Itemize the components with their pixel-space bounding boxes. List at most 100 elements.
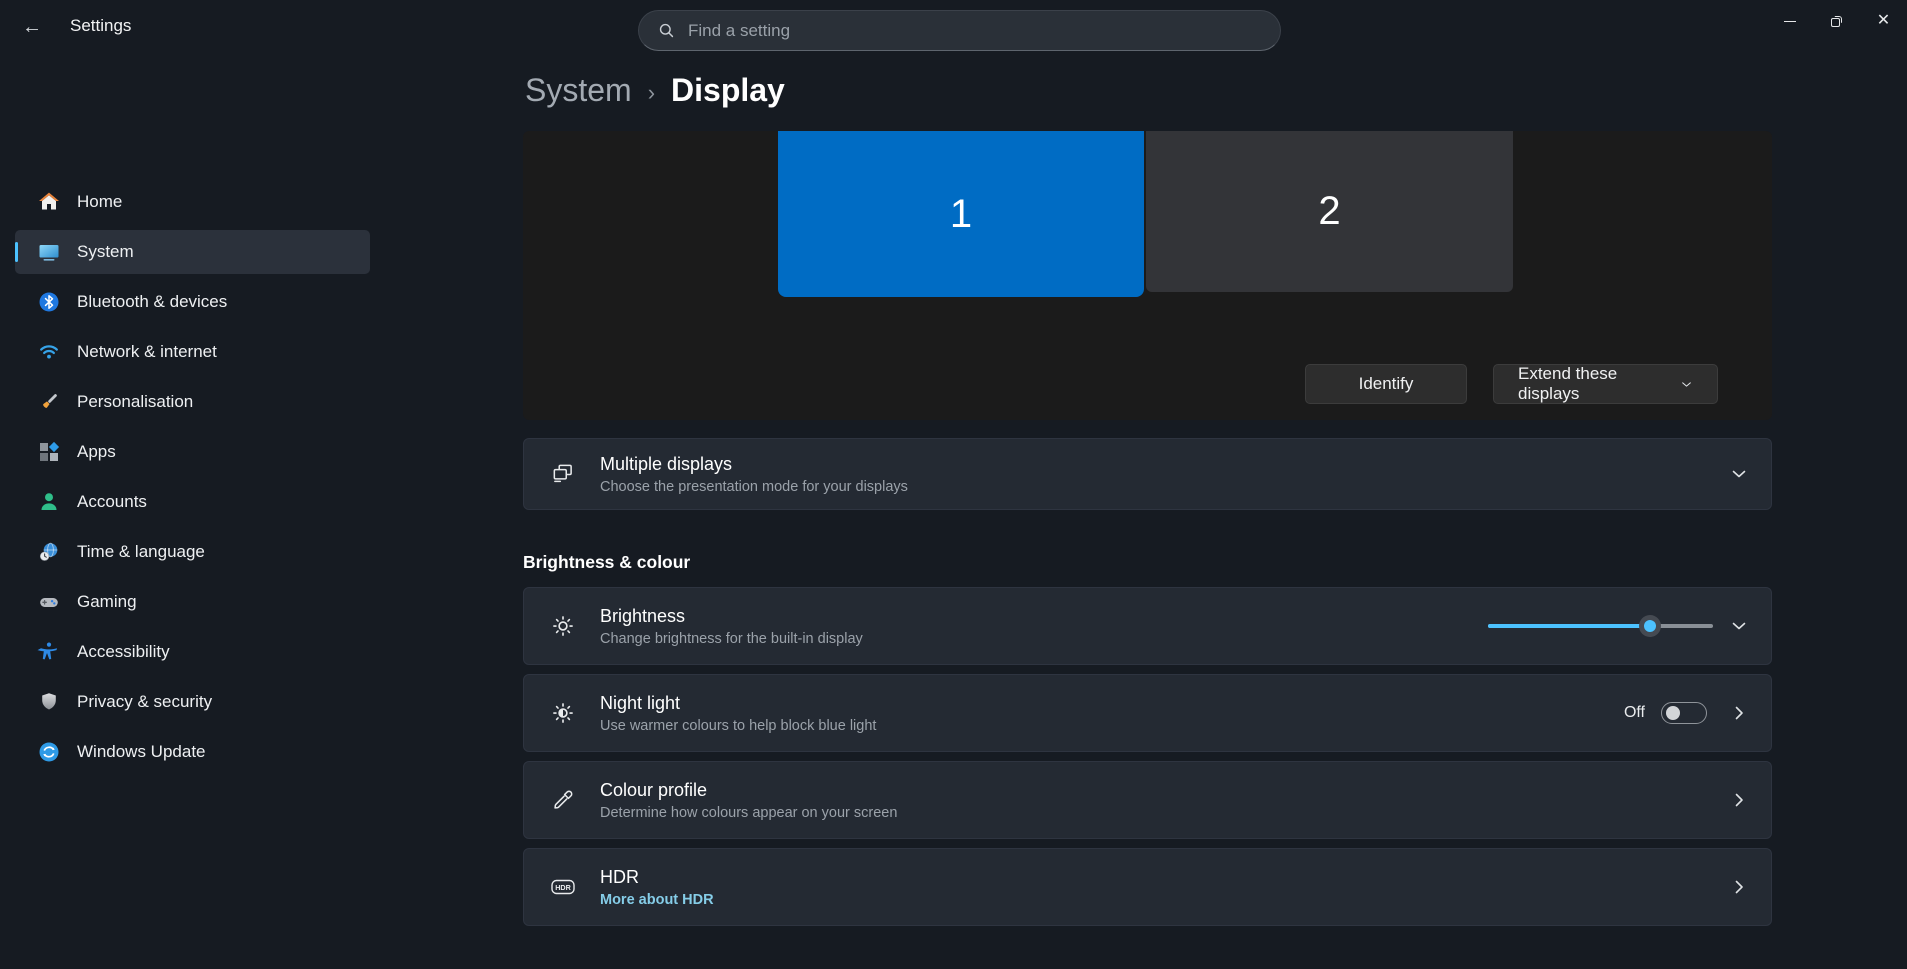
- minimize-button[interactable]: [1766, 0, 1813, 42]
- row-subtitle: Choose the presentation mode for your di…: [600, 478, 908, 495]
- search-box[interactable]: [638, 10, 1281, 51]
- chevron-right-icon[interactable]: [1727, 788, 1751, 812]
- display-panel-buttons: Identify Extend these displays: [1305, 364, 1718, 404]
- row-title: Brightness: [600, 605, 686, 626]
- svg-text:HDR: HDR: [555, 883, 571, 892]
- sidebar-item-apps[interactable]: Apps: [15, 430, 370, 474]
- sidebar-item-network-internet[interactable]: Network & internet: [15, 330, 370, 374]
- shield-icon: [37, 690, 61, 714]
- colour-profile-row[interactable]: Colour profile Determine how colours app…: [523, 761, 1772, 839]
- close-button[interactable]: ✕: [1860, 0, 1907, 42]
- sidebar-item-label: Personalisation: [77, 392, 194, 411]
- sidebar-item-gaming[interactable]: Gaming: [15, 580, 370, 624]
- multiple-displays-row[interactable]: Multiple displays Choose the presentatio…: [523, 438, 1772, 510]
- sidebar-item-label: Home: [77, 192, 123, 211]
- restore-icon: [1831, 15, 1842, 27]
- eyedropper-icon: [550, 787, 576, 813]
- sidebar: Home System Bluetooth & devices Network …: [15, 180, 370, 780]
- identify-button[interactable]: Identify: [1305, 364, 1467, 404]
- extend-displays-dropdown[interactable]: Extend these displays: [1493, 364, 1718, 404]
- update-icon: [37, 740, 61, 764]
- monitor-1-number: 1: [949, 191, 973, 236]
- sidebar-item-label: System: [77, 242, 134, 261]
- titlebar: ← Settings ✕: [0, 0, 1907, 52]
- sidebar-item-bluetooth-devices[interactable]: Bluetooth & devices: [15, 280, 370, 324]
- section-header-brightness-colour: Brightness & colour: [523, 552, 691, 572]
- brightness-slider[interactable]: [1488, 615, 1713, 637]
- wifi-icon: [37, 340, 61, 364]
- night-light-row[interactable]: Night light Use warmer colours to help b…: [523, 674, 1772, 752]
- chevron-right-icon[interactable]: [1727, 875, 1751, 899]
- sidebar-item-windows-update[interactable]: Windows Update: [15, 730, 370, 774]
- close-icon: ✕: [1876, 12, 1891, 29]
- accessibility-icon: [37, 640, 61, 664]
- monitor-2[interactable]: 2: [1146, 131, 1513, 292]
- row-subtitle: Change brightness for the built-in displ…: [600, 630, 863, 647]
- identify-button-label: Identify: [1358, 374, 1414, 393]
- chevron-down-icon: [1680, 378, 1693, 391]
- app-title: Settings: [70, 16, 132, 35]
- sidebar-item-time-language[interactable]: Time & language: [15, 530, 370, 574]
- row-title: HDR: [600, 866, 639, 887]
- row-title: Colour profile: [600, 779, 708, 800]
- gamepad-icon: [37, 590, 61, 614]
- hdr-icon: HDR: [550, 874, 576, 900]
- accounts-icon: [37, 490, 61, 514]
- minimize-icon: [1783, 20, 1796, 22]
- brightness-row[interactable]: Brightness Change brightness for the bui…: [523, 587, 1772, 665]
- toggle-knob: [1666, 706, 1680, 720]
- brightness-icon: [550, 613, 576, 639]
- monitor-2-number: 2: [1318, 189, 1341, 233]
- sidebar-item-label: Privacy & security: [77, 692, 213, 711]
- search-input[interactable]: [688, 20, 1262, 41]
- sidebar-item-accessibility[interactable]: Accessibility: [15, 630, 370, 674]
- row-subtitle: Determine how colours appear on your scr…: [600, 804, 898, 821]
- brush-icon: [37, 390, 61, 414]
- breadcrumb: System › Display: [525, 72, 785, 109]
- night-light-icon: [550, 700, 576, 726]
- page-title: Display: [671, 72, 785, 108]
- sidebar-item-label: Time & language: [77, 542, 205, 561]
- row-subtitle: Use warmer colours to help block blue li…: [600, 717, 877, 734]
- apps-icon: [37, 440, 61, 464]
- chevron-down-icon[interactable]: [1727, 614, 1751, 638]
- back-arrow-icon: ←: [22, 15, 42, 38]
- chevron-down-icon[interactable]: [1727, 462, 1751, 486]
- breadcrumb-separator: ›: [647, 79, 656, 105]
- sidebar-item-label: Network & internet: [77, 342, 217, 361]
- monitor-1[interactable]: 1: [778, 131, 1144, 297]
- slider-knob[interactable]: [1639, 615, 1661, 637]
- system-icon: [37, 240, 61, 264]
- more-about-hdr-link[interactable]: More about HDR: [600, 891, 714, 909]
- sidebar-item-system[interactable]: System: [15, 230, 370, 274]
- sidebar-item-label: Apps: [77, 442, 116, 461]
- slider-fill: [1488, 624, 1650, 628]
- sidebar-item-label: Bluetooth & devices: [77, 292, 228, 311]
- chevron-right-icon[interactable]: [1727, 701, 1751, 725]
- window-controls: ✕: [1766, 0, 1907, 42]
- display-arrangement-panel: 1 2 Identify Extend these displays: [523, 131, 1772, 420]
- main-content: 1 2 Identify Extend these displays Multi…: [523, 131, 1772, 926]
- sidebar-item-label: Accessibility: [77, 642, 170, 661]
- home-icon: [37, 190, 61, 214]
- extend-displays-label: Extend these displays: [1518, 364, 1618, 403]
- sidebar-item-label: Windows Update: [77, 742, 206, 761]
- sidebar-item-label: Gaming: [77, 592, 137, 611]
- multiple-displays-icon: [550, 461, 576, 487]
- hdr-row[interactable]: HDR HDR More about HDR: [523, 848, 1772, 926]
- restore-button[interactable]: [1813, 0, 1860, 42]
- sidebar-item-personalisation[interactable]: Personalisation: [15, 380, 370, 424]
- night-light-state: Off: [1623, 704, 1645, 721]
- sidebar-item-label: Accounts: [77, 492, 147, 511]
- sidebar-item-home[interactable]: Home: [15, 180, 370, 224]
- breadcrumb-system[interactable]: System: [525, 72, 632, 109]
- back-button[interactable]: ←: [12, 10, 52, 44]
- sidebar-item-accounts[interactable]: Accounts: [15, 480, 370, 524]
- sidebar-item-privacy-security[interactable]: Privacy & security: [15, 680, 370, 724]
- globe-clock-icon: [37, 540, 61, 564]
- night-light-toggle[interactable]: [1661, 702, 1707, 724]
- row-title: Night light: [600, 692, 681, 713]
- bluetooth-icon: [37, 290, 61, 314]
- row-title: Multiple displays: [600, 453, 733, 474]
- search-icon: [657, 21, 676, 40]
